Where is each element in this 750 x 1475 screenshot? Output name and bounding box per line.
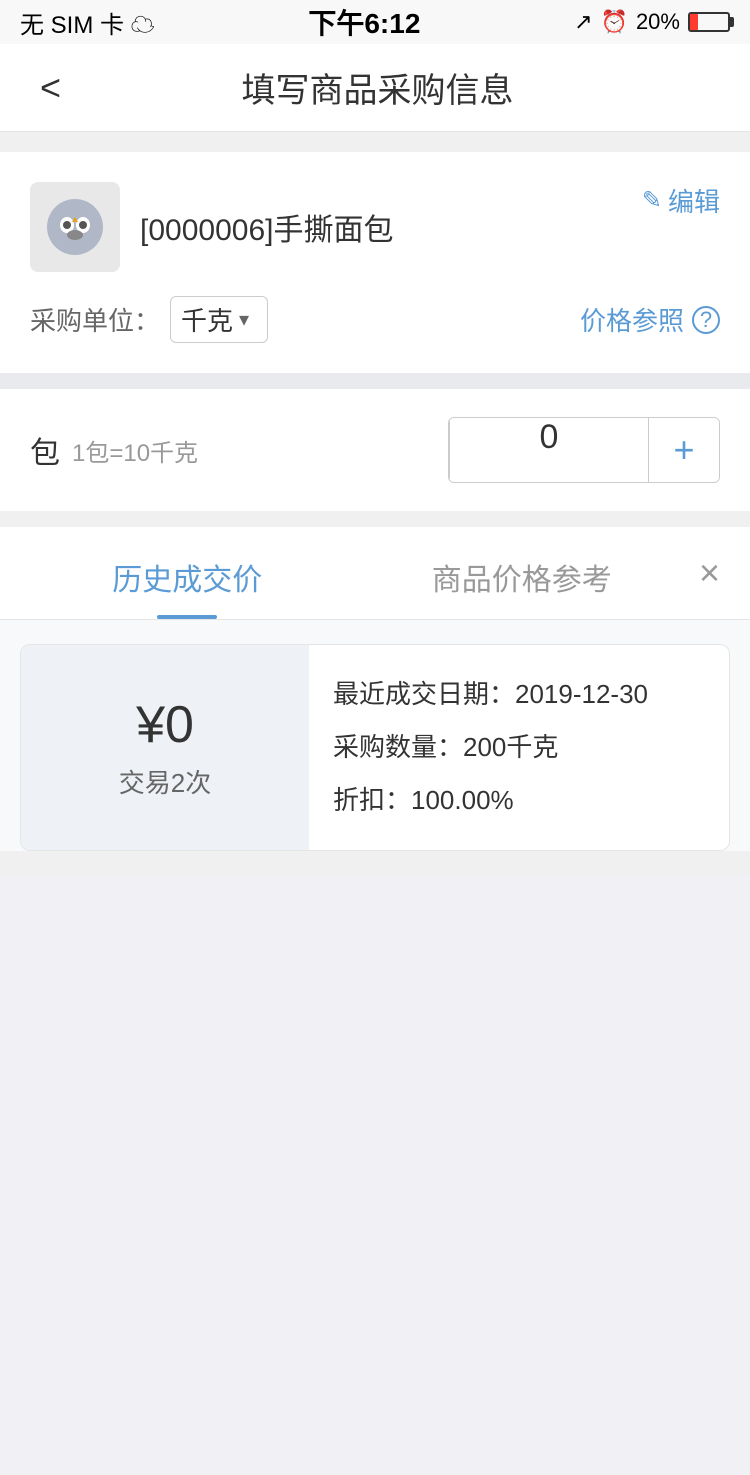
unit-label: 采购单位：: [30, 301, 160, 338]
tabs-header: 历史成交价 商品价格参考 ×: [0, 527, 750, 620]
product-bottom: 采购单位： 千克 ▾ 价格参照 ?: [30, 296, 720, 343]
back-button[interactable]: <: [30, 57, 71, 119]
price-ref-button[interactable]: 价格参照 ?: [580, 301, 720, 338]
product-card: [0000006]手撕面包 ✎ 编辑 采购单位： 千克 ▾ 价格参照 ?: [0, 152, 750, 373]
history-purchase-qty-row: 采购数量：200千克: [333, 728, 705, 767]
history-recent-date-label: 最近成交日期：: [333, 679, 515, 709]
history-discount-label: 折扣：: [333, 785, 411, 815]
tabs-close-button[interactable]: ×: [689, 542, 730, 604]
alarm-icon: ⏰: [601, 9, 628, 35]
edit-label: 编辑: [668, 182, 720, 219]
help-icon: ?: [692, 306, 720, 334]
edit-button[interactable]: ✎ 编辑: [642, 182, 720, 219]
unit-row: 采购单位： 千克 ▾: [30, 296, 268, 343]
tab-product-price-ref[interactable]: 商品价格参考: [354, 527, 688, 619]
history-card: ¥0 交易2次 最近成交日期：2019-12-30 采购数量：200千克 折扣：…: [20, 644, 730, 851]
edit-icon: ✎: [642, 186, 662, 215]
price-ref-label: 价格参照: [580, 301, 684, 338]
main-content-area: [0, 875, 750, 1475]
product-left: [0000006]手撕面包: [30, 182, 393, 272]
quantity-plus-button[interactable]: +: [649, 418, 719, 482]
quantity-input[interactable]: 0: [449, 418, 649, 482]
history-right: 最近成交日期：2019-12-30 采购数量：200千克 折扣：100.00%: [309, 645, 729, 850]
history-purchase-qty-value: 200千克: [463, 732, 558, 762]
product-image: [30, 182, 120, 272]
status-right: ↗ ⏰ 20%: [574, 9, 730, 35]
history-discount-row: 折扣：100.00%: [333, 781, 705, 820]
quantity-controls: 0 +: [448, 417, 720, 483]
battery-icon: [688, 12, 730, 32]
history-price: ¥0: [136, 695, 194, 755]
history-discount-value: 100.00%: [411, 785, 514, 815]
history-trade-count: 交易2次: [119, 763, 211, 800]
battery-percent: 20%: [636, 9, 680, 35]
section-divider: [0, 373, 750, 389]
history-purchase-qty-label: 采购数量：: [333, 732, 463, 762]
status-bar: 无 SIM 卡 ☁ 下午6:12 ↗ ⏰ 20%: [0, 0, 750, 44]
status-left: 无 SIM 卡 ☁: [20, 5, 155, 40]
tabs-section: 历史成交价 商品价格参考 × ¥0 交易2次 最近成交日期：2019-12-30…: [0, 527, 750, 851]
product-top: [0000006]手撕面包 ✎ 编辑: [30, 182, 720, 272]
history-recent-date-row: 最近成交日期：2019-12-30: [333, 675, 705, 714]
product-name: [0000006]手撕面包: [140, 205, 393, 249]
unit-value: 千克: [181, 301, 233, 338]
unit-select[interactable]: 千克 ▾: [170, 296, 268, 343]
signal-text: 无 SIM 卡 ☁: [20, 5, 155, 40]
unit-bao: 包: [30, 428, 60, 472]
quantity-row: 包 1包=10千克 0 +: [0, 389, 750, 511]
header: < 填写商品采购信息: [0, 44, 750, 132]
history-recent-date-value: 2019-12-30: [515, 679, 648, 709]
page-title: 填写商品采购信息: [91, 63, 664, 112]
unit-sub-label: 1包=10千克: [72, 433, 198, 468]
tab-history-price[interactable]: 历史成交价: [20, 527, 354, 619]
status-time: 下午6:12: [308, 2, 420, 42]
product-logo-icon: [45, 197, 105, 257]
quantity-label: 包 1包=10千克: [30, 428, 198, 472]
location-icon: ↗: [574, 9, 592, 35]
chevron-down-icon: ▾: [239, 307, 249, 332]
history-left: ¥0 交易2次: [21, 645, 309, 850]
